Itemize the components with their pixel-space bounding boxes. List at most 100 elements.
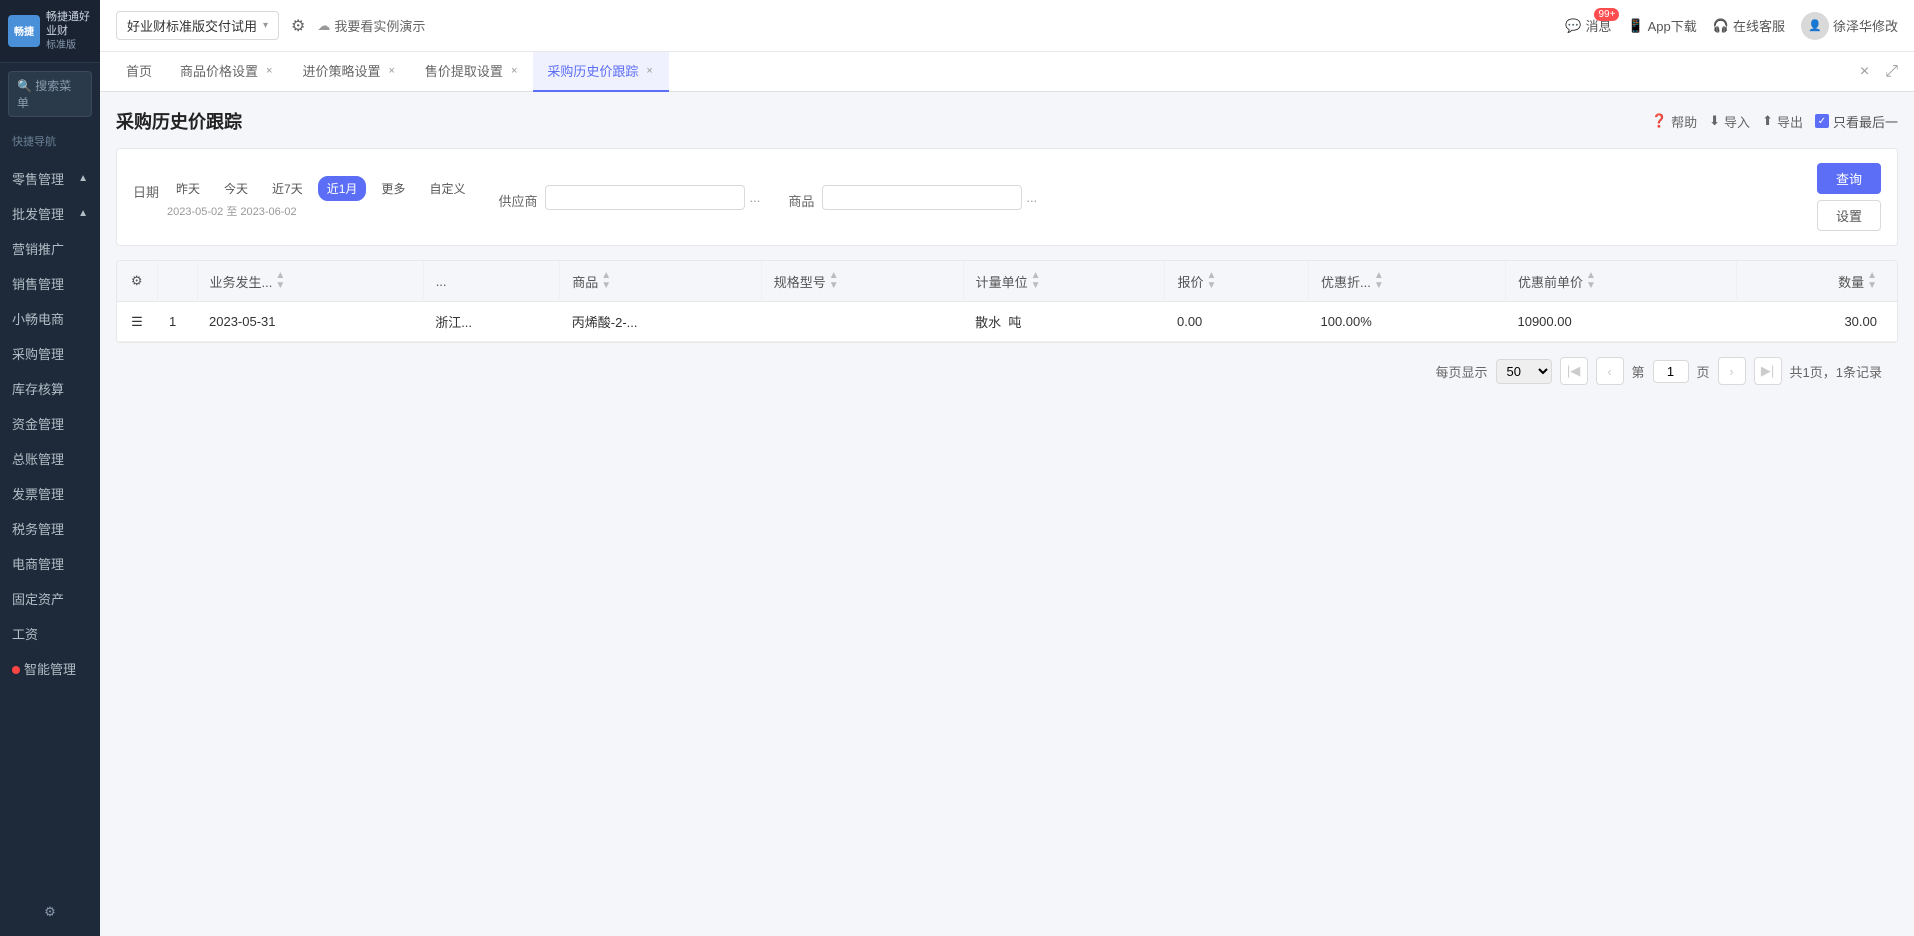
- supplier-input-wrap: ...: [545, 185, 764, 210]
- row-price: 0.00: [1165, 302, 1309, 342]
- goods-input[interactable]: [822, 185, 1022, 210]
- help-label: 帮助: [1671, 112, 1697, 131]
- demo-text: 我要看实例演示: [334, 16, 425, 35]
- row-orig-price: 10900.00: [1505, 302, 1736, 342]
- row-goods: 丙烯酸-2-...: [560, 302, 761, 342]
- row-seq: 1: [157, 302, 197, 342]
- export-label: 导出: [1777, 112, 1803, 131]
- tab-price-close[interactable]: ×: [264, 63, 274, 79]
- help-icon: ❓: [1651, 113, 1667, 129]
- user-menu-button[interactable]: 👤 徐泽华修改: [1801, 12, 1898, 40]
- date-yesterday-btn[interactable]: 昨天: [167, 176, 209, 201]
- sidebar-item-inventory[interactable]: 库存核算: [0, 371, 100, 406]
- tab-strategy[interactable]: 进价策略设置 ×: [288, 52, 410, 92]
- tab-home[interactable]: 首页: [112, 52, 166, 92]
- version-selector[interactable]: 好业财标准版交付试用 ▾: [116, 11, 279, 40]
- sidebar-item-payroll[interactable]: 工资: [0, 616, 100, 651]
- tab-history[interactable]: 采购历史价跟踪 ×: [533, 52, 668, 92]
- sidebar-item-retail[interactable]: 零售管理▲: [0, 161, 100, 196]
- sidebar-search-area: 🔍 搜索菜单: [0, 63, 100, 125]
- row-spec: [761, 302, 963, 342]
- import-button[interactable]: ⬇ 导入: [1709, 112, 1750, 131]
- sort-icon-spec: ▲▼: [829, 271, 839, 291]
- avatar: 👤: [1801, 12, 1829, 40]
- last-page-button[interactable]: ▶|: [1754, 357, 1782, 385]
- sidebar-settings-button[interactable]: ⚙: [8, 896, 92, 928]
- prev-page-button[interactable]: ‹: [1596, 357, 1624, 385]
- first-page-button[interactable]: |◀: [1560, 357, 1588, 385]
- sidebar-item-ecom[interactable]: 电商管理: [0, 546, 100, 581]
- col-qty[interactable]: 数量 ▲▼: [1737, 261, 1897, 302]
- tab-close-all-icon[interactable]: ×: [1856, 59, 1873, 85]
- query-button[interactable]: 查询: [1817, 163, 1881, 194]
- per-page-select[interactable]: 50 10 20 100: [1496, 359, 1552, 384]
- sidebar-item-tax[interactable]: 税务管理: [0, 511, 100, 546]
- col-orig-price[interactable]: 优惠前单价 ▲▼: [1505, 261, 1736, 302]
- message-button[interactable]: 💬 消息 99+: [1565, 16, 1611, 35]
- sidebar-item-invoice[interactable]: 发票管理: [0, 476, 100, 511]
- tab-extract-close[interactable]: ×: [509, 63, 519, 79]
- date-custom-btn[interactable]: 自定义: [420, 176, 474, 201]
- row-qty: 30.00: [1737, 302, 1897, 342]
- checkbox-checked-icon: [1815, 114, 1829, 128]
- goods-filter-label: 商品: [788, 185, 814, 210]
- col-discount[interactable]: 优惠折... ▲▼: [1308, 261, 1505, 302]
- sidebar-bottom: ⚙: [0, 888, 100, 936]
- only-last-checkbox-label[interactable]: 只看最后一: [1815, 112, 1898, 131]
- date-today-btn[interactable]: 今天: [215, 176, 257, 201]
- help-button[interactable]: ❓ 帮助: [1651, 112, 1697, 131]
- supplier-dots-btn[interactable]: ...: [745, 190, 764, 205]
- export-button[interactable]: ⬆ 导出: [1762, 112, 1803, 131]
- service-button[interactable]: 🎧 在线客服: [1713, 16, 1785, 35]
- sort-icon-unit: ▲▼: [1031, 271, 1041, 291]
- sidebar-item-marketing[interactable]: 营销推广: [0, 231, 100, 266]
- sidebar-item-assets[interactable]: 固定资产: [0, 581, 100, 616]
- sidebar-item-wholesale[interactable]: 批发管理▲: [0, 196, 100, 231]
- goods-dots-btn[interactable]: ...: [1022, 190, 1041, 205]
- version-selector-text: 好业财标准版交付试用: [127, 16, 257, 35]
- settings-button[interactable]: 设置: [1817, 200, 1881, 231]
- demo-link[interactable]: ☁ 我要看实例演示: [317, 16, 425, 35]
- sort-icon-discount: ▲▼: [1374, 271, 1384, 291]
- sidebar-item-finance[interactable]: 资金管理: [0, 406, 100, 441]
- col-dots[interactable]: ...: [423, 261, 560, 302]
- tab-history-close[interactable]: ×: [644, 63, 654, 79]
- sidebar-item-ecom-small[interactable]: 小畅电商: [0, 301, 100, 336]
- sidebar-item-ledger[interactable]: 总账管理: [0, 441, 100, 476]
- app-download-button[interactable]: 📱 App下载: [1627, 16, 1696, 35]
- col-gear[interactable]: ⚙: [117, 261, 157, 302]
- pagination: 每页显示 50 10 20 100 |◀ ‹ 第 页 › ▶| 共1页，1条记录: [116, 343, 1898, 399]
- date-last1m-btn[interactable]: 近1月: [318, 176, 367, 201]
- sidebar-item-sales[interactable]: 销售管理: [0, 266, 100, 301]
- tab-price[interactable]: 商品价格设置 ×: [166, 52, 288, 92]
- sidebar-item-smart[interactable]: 智能管理: [0, 651, 100, 686]
- col-unit[interactable]: 计量单位 ▲▼: [963, 261, 1165, 302]
- page-actions: ❓ 帮助 ⬇ 导入 ⬆ 导出 只看最后一: [1651, 112, 1898, 131]
- tab-expand-icon[interactable]: ⤢: [1881, 59, 1902, 85]
- row-gear[interactable]: ☰: [117, 302, 157, 342]
- sidebar-item-purchase[interactable]: 采购管理: [0, 336, 100, 371]
- supplier-input[interactable]: [545, 185, 745, 210]
- col-spec[interactable]: 规格型号 ▲▼: [761, 261, 963, 302]
- search-menu-button[interactable]: 🔍 搜索菜单: [8, 71, 92, 117]
- date-last7-btn[interactable]: 近7天: [263, 176, 312, 201]
- col-price[interactable]: 报价 ▲▼: [1165, 261, 1309, 302]
- sort-icon-qty: ▲▼: [1867, 271, 1877, 291]
- tab-price-label: 商品价格设置: [180, 61, 258, 80]
- quick-nav-label: 快捷导航: [0, 125, 100, 161]
- gear-icon[interactable]: ⚙: [291, 16, 305, 36]
- col-goods[interactable]: 商品 ▲▼: [560, 261, 761, 302]
- tab-strategy-close[interactable]: ×: [386, 63, 396, 79]
- page-content: 采购历史价跟踪 ❓ 帮助 ⬇ 导入 ⬆ 导出 只看最后一: [100, 92, 1914, 936]
- tab-extract[interactable]: 售价提取设置 ×: [411, 52, 533, 92]
- date-more-btn[interactable]: 更多: [372, 176, 414, 201]
- col-date[interactable]: 业务发生... ▲▼: [197, 261, 423, 302]
- filter-row: 日期 昨天 今天 近7天 近1月 更多 自定义 2023-05-02 至 202…: [133, 163, 1881, 231]
- table-row[interactable]: ☰ 1 2023-05-31 浙江... 丙烯酸-2-... 散水 吨 0.00…: [117, 302, 1897, 342]
- tab-extract-label: 售价提取设置: [425, 61, 503, 80]
- next-page-button[interactable]: ›: [1718, 357, 1746, 385]
- date-buttons: 昨天 今天 近7天 近1月 更多 自定义: [167, 176, 474, 201]
- page-number-input[interactable]: [1653, 360, 1689, 383]
- tab-strategy-label: 进价策略设置: [302, 61, 380, 80]
- app-label: App下载: [1648, 16, 1697, 35]
